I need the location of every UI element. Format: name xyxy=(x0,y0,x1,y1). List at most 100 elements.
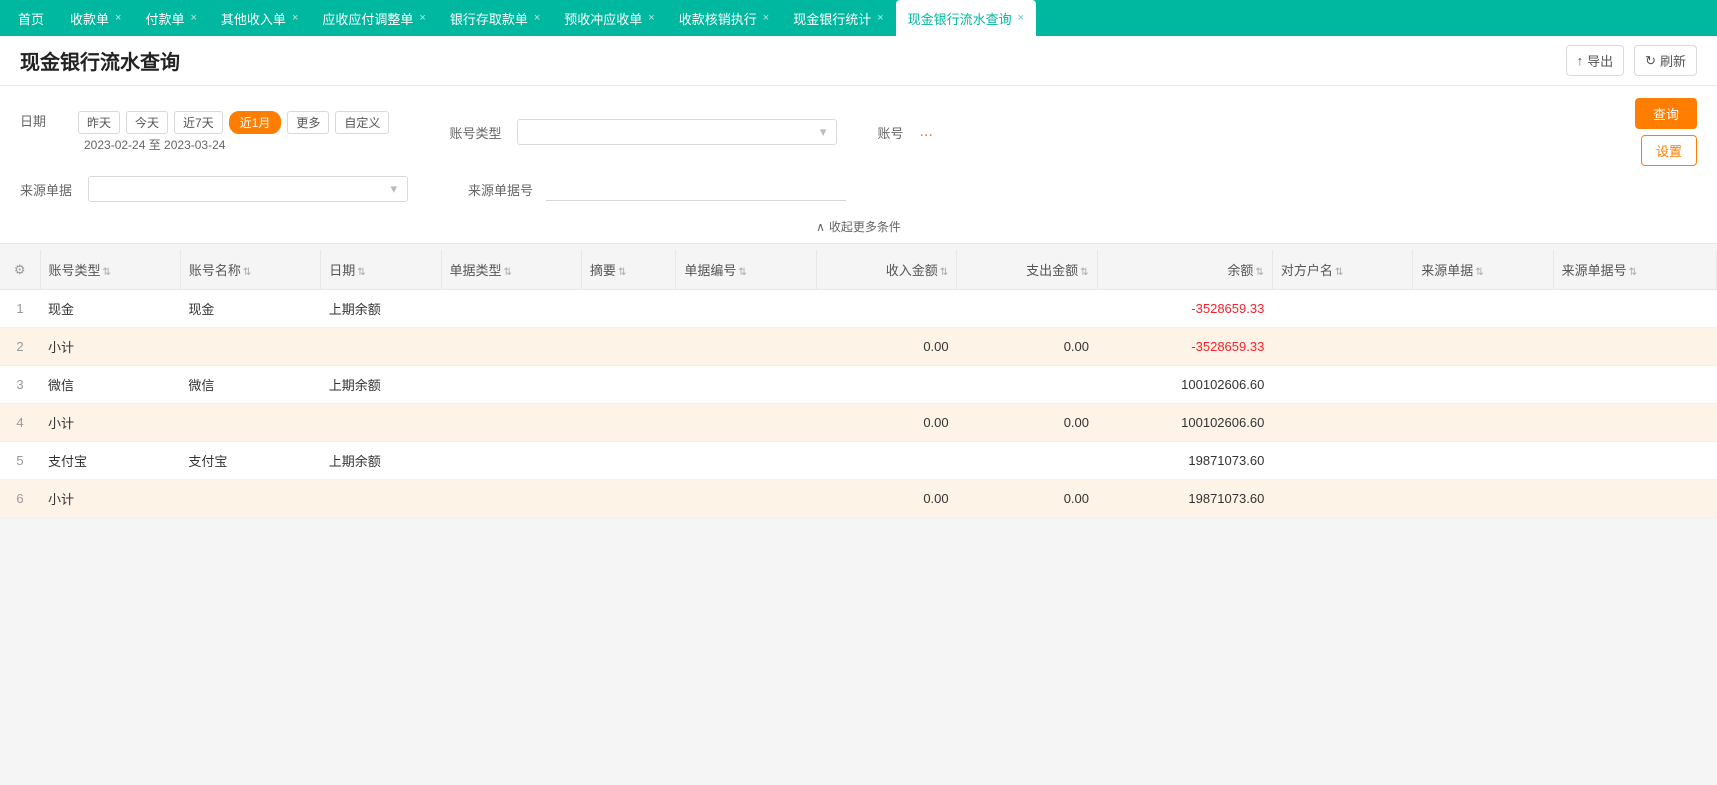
col-account-name-header[interactable]: 账号名称⇅ xyxy=(180,250,320,290)
sort-icon: ⇅ xyxy=(1080,267,1088,278)
collapse-bar[interactable]: ∧ 收起更多条件 xyxy=(20,212,1697,243)
close-icon[interactable]: × xyxy=(534,12,540,24)
row-doc-type xyxy=(441,404,581,442)
close-icon[interactable]: × xyxy=(763,12,769,24)
row-counterparty xyxy=(1272,366,1412,404)
sort-icon: ⇅ xyxy=(738,267,746,278)
col-source-doc-header[interactable]: 来源单据⇅ xyxy=(1413,250,1553,290)
source-doc-select[interactable]: ▾ xyxy=(88,176,408,202)
table-header-row: ⚙ 账号类型⇅ 账号名称⇅ 日期⇅ 单据类型⇅ 摘要⇅ 单据编号 xyxy=(0,250,1717,290)
col-counterparty-header[interactable]: 对方户名⇅ xyxy=(1272,250,1412,290)
col-source-doc-no-header[interactable]: 来源单据号⇅ xyxy=(1553,250,1716,290)
tab-cash-bank-flow[interactable]: 现金银行流水查询 × xyxy=(896,0,1036,36)
tab-receipt[interactable]: 收款单 × xyxy=(58,0,133,36)
sort-icon: ⇅ xyxy=(504,267,512,278)
source-doc-no-input[interactable] xyxy=(546,177,846,201)
row-doc-type xyxy=(441,290,581,328)
refresh-button[interactable]: ↻ 刷新 xyxy=(1634,45,1697,76)
col-date-header[interactable]: 日期⇅ xyxy=(321,250,441,290)
export-button[interactable]: ↑ 导出 xyxy=(1566,45,1625,76)
sort-icon: ⇅ xyxy=(1475,267,1483,278)
header-actions: ↑ 导出 ↻ 刷新 xyxy=(1566,45,1697,76)
date-label: 日期 xyxy=(20,111,70,130)
col-doc-type-header[interactable]: 单据类型⇅ xyxy=(441,250,581,290)
query-button[interactable]: 查询 xyxy=(1635,98,1697,129)
row-balance: -3528659.33 xyxy=(1097,328,1272,366)
close-icon[interactable]: × xyxy=(190,12,196,24)
row-doc-type xyxy=(441,366,581,404)
row-source-doc xyxy=(1413,366,1553,404)
filter-area: 日期 昨天 今天 近7天 近1月 更多 自定义 2023-02-24 至 202… xyxy=(0,86,1717,244)
tab-advance-offset[interactable]: 预收冲应收单 × xyxy=(552,0,666,36)
close-icon[interactable]: × xyxy=(648,12,654,24)
row-account-name: 微信 xyxy=(180,366,320,404)
row-seq: 6 xyxy=(0,480,40,518)
row-income: 0.00 xyxy=(816,328,956,366)
row-doc-type xyxy=(441,442,581,480)
tab-receivable-adjust[interactable]: 应收应付调整单 × xyxy=(310,0,437,36)
row-account-name: 支付宝 xyxy=(180,442,320,480)
col-account-type-header[interactable]: 账号类型⇅ xyxy=(40,250,180,290)
close-icon[interactable]: × xyxy=(292,12,298,24)
tab-cash-bank-stat[interactable]: 现金银行统计 × xyxy=(781,0,895,36)
row-account-type: 小计 xyxy=(40,328,180,366)
col-doc-no-header[interactable]: 单据编号⇅ xyxy=(676,250,816,290)
row-balance: 19871073.60 xyxy=(1097,442,1272,480)
col-summary-header[interactable]: 摘要⇅ xyxy=(581,250,675,290)
nav-home[interactable]: 首页 xyxy=(4,0,58,36)
date-btn-more[interactable]: 更多 xyxy=(287,111,329,134)
row-account-name xyxy=(180,328,320,366)
row-expense xyxy=(957,442,1097,480)
close-icon[interactable]: × xyxy=(877,12,883,24)
date-options: 昨天 今天 近7天 近1月 更多 自定义 xyxy=(78,111,389,134)
col-balance-header[interactable]: 余额⇅ xyxy=(1097,250,1272,290)
date-btn-yesterday[interactable]: 昨天 xyxy=(78,111,120,134)
close-icon[interactable]: × xyxy=(419,12,425,24)
row-account-type: 小计 xyxy=(40,404,180,442)
row-date xyxy=(321,328,441,366)
tab-other-income[interactable]: 其他收入单 × xyxy=(209,0,310,36)
date-btn-1month[interactable]: 近1月 xyxy=(229,111,282,134)
col-gear: ⚙ xyxy=(0,250,40,290)
row-account-name: 现金 xyxy=(180,290,320,328)
row-doc-type xyxy=(441,328,581,366)
row-source-doc-no xyxy=(1553,328,1716,366)
account-no-dots-button[interactable]: ... xyxy=(915,123,936,141)
export-icon: ↑ xyxy=(1577,53,1584,68)
sort-icon: ⇅ xyxy=(357,267,365,278)
date-btn-today[interactable]: 今天 xyxy=(126,111,168,134)
row-account-type: 小计 xyxy=(40,480,180,518)
row-source-doc-no xyxy=(1553,404,1716,442)
close-icon[interactable]: × xyxy=(1018,12,1024,24)
row-balance: 19871073.60 xyxy=(1097,480,1272,518)
row-expense: 0.00 xyxy=(957,328,1097,366)
account-type-select[interactable]: ▾ xyxy=(517,119,837,145)
row-seq: 3 xyxy=(0,366,40,404)
row-source-doc xyxy=(1413,404,1553,442)
source-doc-no-label: 来源单据号 xyxy=(468,180,538,199)
row-expense: 0.00 xyxy=(957,404,1097,442)
date-btn-7days[interactable]: 近7天 xyxy=(174,111,223,134)
row-income xyxy=(816,366,956,404)
gear-icon[interactable]: ⚙ xyxy=(14,262,26,277)
date-btn-custom[interactable]: 自定义 xyxy=(335,111,389,134)
col-income-header[interactable]: 收入金额⇅ xyxy=(816,250,956,290)
row-source-doc-no xyxy=(1553,442,1716,480)
tab-bank-deposit[interactable]: 银行存取款单 × xyxy=(438,0,552,36)
chevron-down-icon: ▾ xyxy=(390,181,397,197)
source-doc-label: 来源单据 xyxy=(20,180,80,199)
row-summary xyxy=(581,366,675,404)
table-row: 1 现金 现金 上期余额 -3528659.33 xyxy=(0,290,1717,328)
tab-payment-verify[interactable]: 收款核销执行 × xyxy=(667,0,781,36)
collapse-up-icon: ∧ xyxy=(816,220,825,234)
tab-payment[interactable]: 付款单 × xyxy=(133,0,208,36)
table-row: 6 小计 0.00 0.00 19871073.60 xyxy=(0,480,1717,518)
row-summary xyxy=(581,442,675,480)
row-account-type: 支付宝 xyxy=(40,442,180,480)
row-summary xyxy=(581,404,675,442)
page-header: 现金银行流水查询 ↑ 导出 ↻ 刷新 xyxy=(0,36,1717,86)
settings-button[interactable]: 设置 xyxy=(1641,135,1697,166)
col-expense-header[interactable]: 支出金额⇅ xyxy=(957,250,1097,290)
close-icon[interactable]: × xyxy=(115,12,121,24)
row-source-doc-no xyxy=(1553,366,1716,404)
